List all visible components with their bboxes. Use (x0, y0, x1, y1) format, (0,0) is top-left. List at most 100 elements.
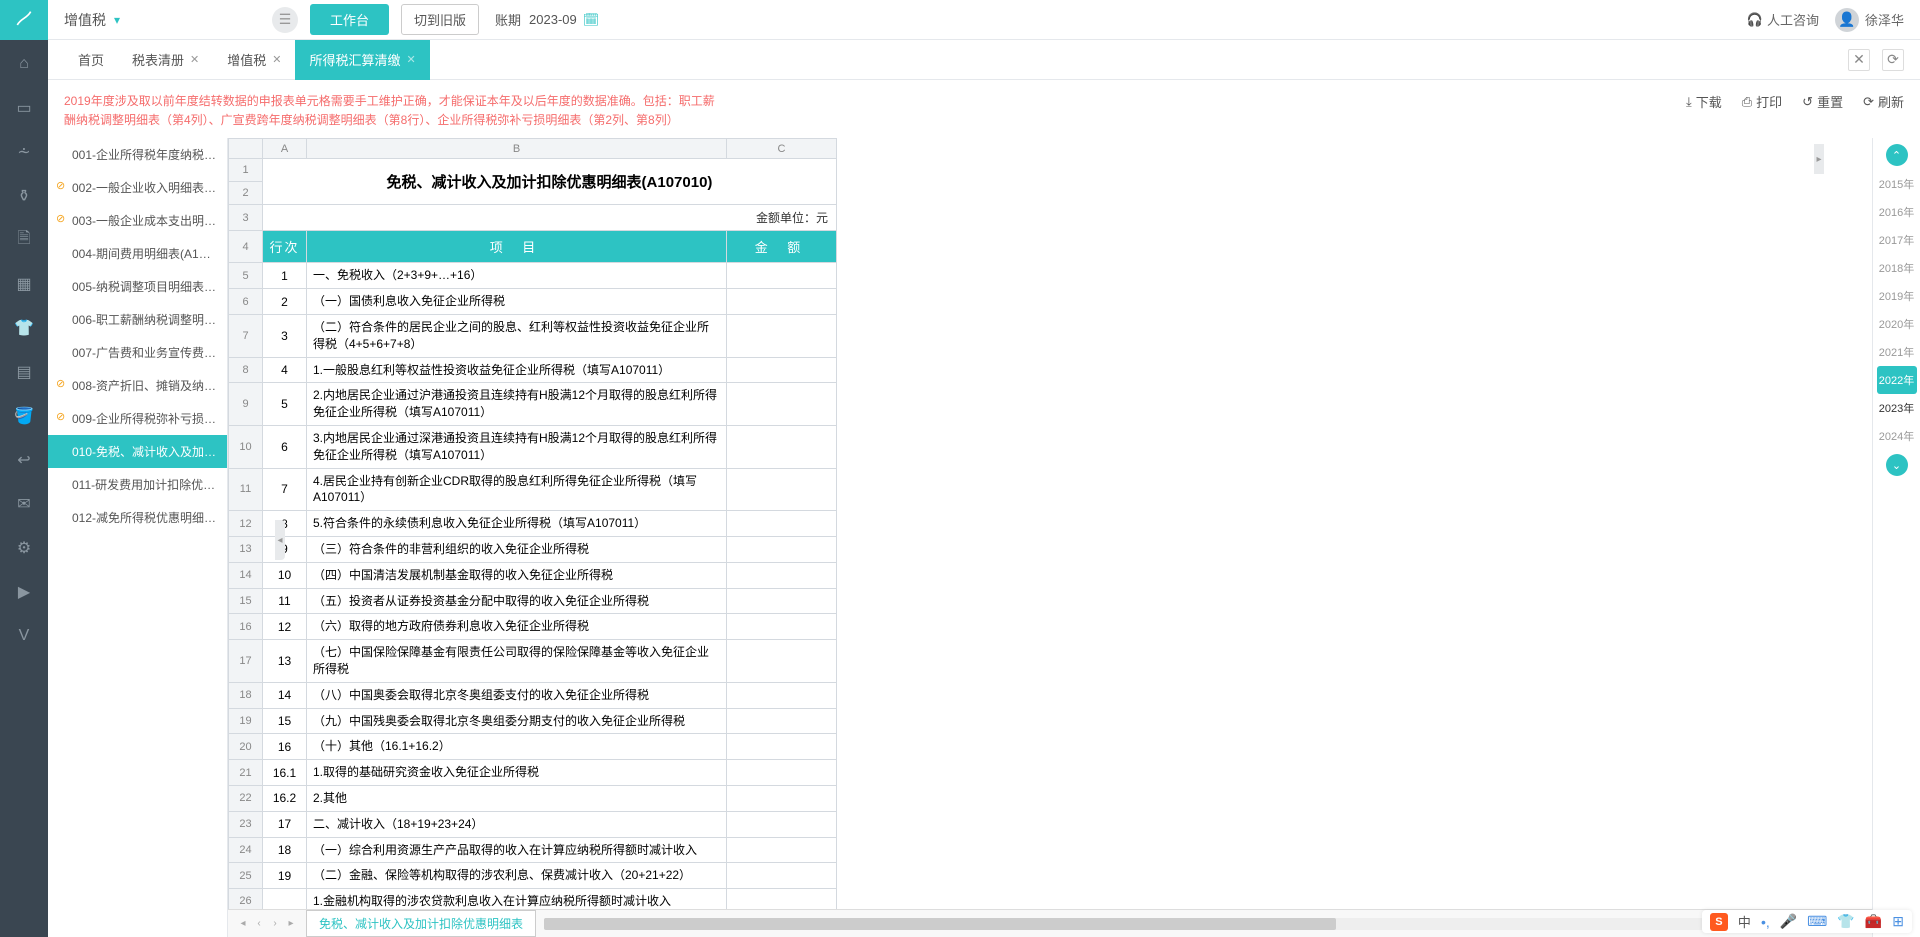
sheet-nav-first[interactable]: ◂ (236, 917, 250, 931)
row-header[interactable]: 8 (229, 357, 263, 383)
row-header[interactable]: 15 (229, 588, 263, 614)
row-header[interactable]: 23 (229, 811, 263, 837)
amount-cell[interactable] (727, 357, 837, 383)
row-header[interactable]: 14 (229, 562, 263, 588)
item-cell[interactable]: （二）符合条件的居民企业之间的股息、红利等权益性投资收益免征企业所得税（4+5+… (307, 314, 727, 357)
row-header[interactable]: 18 (229, 682, 263, 708)
line-number-cell[interactable]: 14 (263, 682, 307, 708)
year-button[interactable]: 2018年 (1877, 254, 1917, 282)
sheet-corner[interactable] (229, 139, 263, 159)
form-list-item[interactable]: 010-免税、减计收入及加计… (48, 435, 227, 468)
amount-cell[interactable] (727, 425, 837, 468)
row-header[interactable]: 20 (229, 734, 263, 760)
form-list-item[interactable]: 004-期间费用明细表(A1040… (48, 237, 227, 270)
amount-cell[interactable] (727, 837, 837, 863)
form-list-item[interactable]: 012-减免所得税优惠明细表(… (48, 501, 227, 534)
download-button[interactable]: ⤓下载 (1686, 92, 1722, 111)
close-icon[interactable]: ✕ (190, 53, 199, 66)
row-header[interactable]: 17 (229, 640, 263, 683)
spreadsheet[interactable]: A B C 1免税、减计收入及加计扣除优惠明细表(A107010) 2 3金额单… (228, 138, 837, 909)
ime-punct-icon[interactable]: •, (1761, 914, 1770, 930)
ime-grid-icon[interactable]: ⊞ (1892, 913, 1904, 930)
amount-cell[interactable] (727, 588, 837, 614)
amount-cell[interactable] (727, 811, 837, 837)
row-header[interactable]: 24 (229, 837, 263, 863)
tab[interactable]: 税表清册✕ (118, 40, 213, 80)
rail-clipboard-icon[interactable]: 🗎 (12, 228, 36, 252)
line-number-cell[interactable]: 4 (263, 357, 307, 383)
amount-cell[interactable] (727, 640, 837, 683)
row-header[interactable]: 10 (229, 425, 263, 468)
form-list-item[interactable]: 006-职工薪酬纳税调整明细… (48, 303, 227, 336)
rail-chart-icon[interactable]: ⩪ (12, 140, 36, 164)
sheet-nav-last[interactable]: ▸ (284, 917, 298, 931)
workbench-button[interactable]: 工作台 (310, 4, 389, 35)
sheet-tab[interactable]: 免税、减计收入及加计扣除优惠明细表 (306, 910, 536, 937)
item-cell[interactable]: 3.内地居民企业通过深港通投资且连续持有H股满12个月取得的股息红利所得免征企业… (307, 425, 727, 468)
rail-gear-icon[interactable]: ⚙ (12, 536, 36, 560)
form-list-item[interactable]: 001-企业所得税年度纳税申… (48, 138, 227, 171)
amount-cell[interactable] (727, 314, 837, 357)
amount-cell[interactable] (727, 889, 837, 909)
item-cell[interactable]: （六）取得的地方政府债券利息收入免征企业所得税 (307, 614, 727, 640)
form-list-item[interactable]: 011-研发费用加计扣除优惠… (48, 468, 227, 501)
item-cell[interactable]: 二、减计收入（18+19+23+24） (307, 811, 727, 837)
close-icon[interactable]: ✕ (272, 53, 281, 66)
app-logo[interactable] (0, 0, 48, 40)
amount-cell[interactable] (727, 562, 837, 588)
amount-cell[interactable] (727, 383, 837, 426)
row-header[interactable]: 19 (229, 708, 263, 734)
row-header[interactable]: 4 (229, 231, 263, 263)
item-cell[interactable]: 1.取得的基础研究资金收入免征企业所得税 (307, 760, 727, 786)
sheet-nav-next[interactable]: › (268, 917, 282, 931)
line-number-cell[interactable]: 15 (263, 708, 307, 734)
refresh-tab-button[interactable]: ⟳ (1882, 49, 1904, 71)
amount-cell[interactable] (727, 468, 837, 511)
row-header[interactable]: 11 (229, 468, 263, 511)
item-cell[interactable]: （二）金融、保险等机构取得的涉农利息、保费减计收入（20+21+22） (307, 863, 727, 889)
amount-cell[interactable] (727, 614, 837, 640)
amount-cell[interactable] (727, 863, 837, 889)
sheet-nav-prev[interactable]: ‹ (252, 917, 266, 931)
user-menu[interactable]: 👤 徐泽华 (1835, 8, 1904, 32)
rail-v-icon[interactable]: V (12, 624, 36, 648)
form-list-item[interactable]: 008-资产折旧、摊销及纳税… (48, 369, 227, 402)
close-all-button[interactable]: ✕ (1848, 49, 1870, 71)
item-cell[interactable]: 一、免税收入（2+3+9+…+16） (307, 263, 727, 289)
form-list-item[interactable]: 002-一般企业收入明细表(A… (48, 171, 227, 204)
amount-cell[interactable] (727, 536, 837, 562)
line-number-cell[interactable]: 16.2 (263, 785, 307, 811)
row-header[interactable]: 25 (229, 863, 263, 889)
rail-doc-icon[interactable]: ▭ (12, 96, 36, 120)
line-number-cell[interactable]: 10 (263, 562, 307, 588)
year-scroll-up[interactable]: ⌃ (1886, 144, 1908, 166)
amount-cell[interactable] (727, 785, 837, 811)
col-header-a[interactable]: A (263, 139, 307, 159)
line-number-cell[interactable]: 1 (263, 263, 307, 289)
row-header[interactable]: 16 (229, 614, 263, 640)
rail-shirt-icon[interactable]: 👕 (12, 316, 36, 340)
form-list-item[interactable]: 005-纳税调整项目明细表(A1… (48, 270, 227, 303)
amount-cell[interactable] (727, 682, 837, 708)
item-cell[interactable]: 1.金融机构取得的涉农贷款利息收入在计算应纳税所得额时减计收入 (307, 889, 727, 909)
line-number-cell[interactable]: 18 (263, 837, 307, 863)
item-cell[interactable]: （七）中国保险保障基金有限责任公司取得的保险保障基金等收入免征企业所得税 (307, 640, 727, 683)
year-scroll-down[interactable]: ⌄ (1886, 454, 1908, 476)
row-header[interactable]: 9 (229, 383, 263, 426)
ime-lang[interactable]: 中 (1738, 912, 1751, 931)
line-number-cell[interactable] (263, 889, 307, 909)
form-list-item[interactable]: 009-企业所得税弥补亏损明… (48, 402, 227, 435)
item-cell[interactable]: 4.居民企业持有创新企业CDR取得的股息红利所得免征企业所得税（填写A10701… (307, 468, 727, 511)
row-header[interactable]: 26 (229, 889, 263, 909)
line-number-cell[interactable]: 16 (263, 734, 307, 760)
year-button[interactable]: 2017年 (1877, 226, 1917, 254)
tab[interactable]: 所得税汇算清缴✕ (295, 40, 429, 80)
ime-mic-icon[interactable]: 🎤 (1780, 913, 1797, 930)
rail-bucket-icon[interactable]: 🪣 (12, 404, 36, 428)
item-cell[interactable]: （一）国债利息收入免征企业所得税 (307, 289, 727, 315)
form-list-item[interactable]: 003-一般企业成本支出明细… (48, 204, 227, 237)
collapse-left-handle[interactable]: ◂ (275, 520, 285, 560)
ime-toolbox-icon[interactable]: 🧰 (1865, 913, 1882, 930)
line-number-cell[interactable]: 11 (263, 588, 307, 614)
item-cell[interactable]: （八）中国奥委会取得北京冬奥组委支付的收入免征企业所得税 (307, 682, 727, 708)
